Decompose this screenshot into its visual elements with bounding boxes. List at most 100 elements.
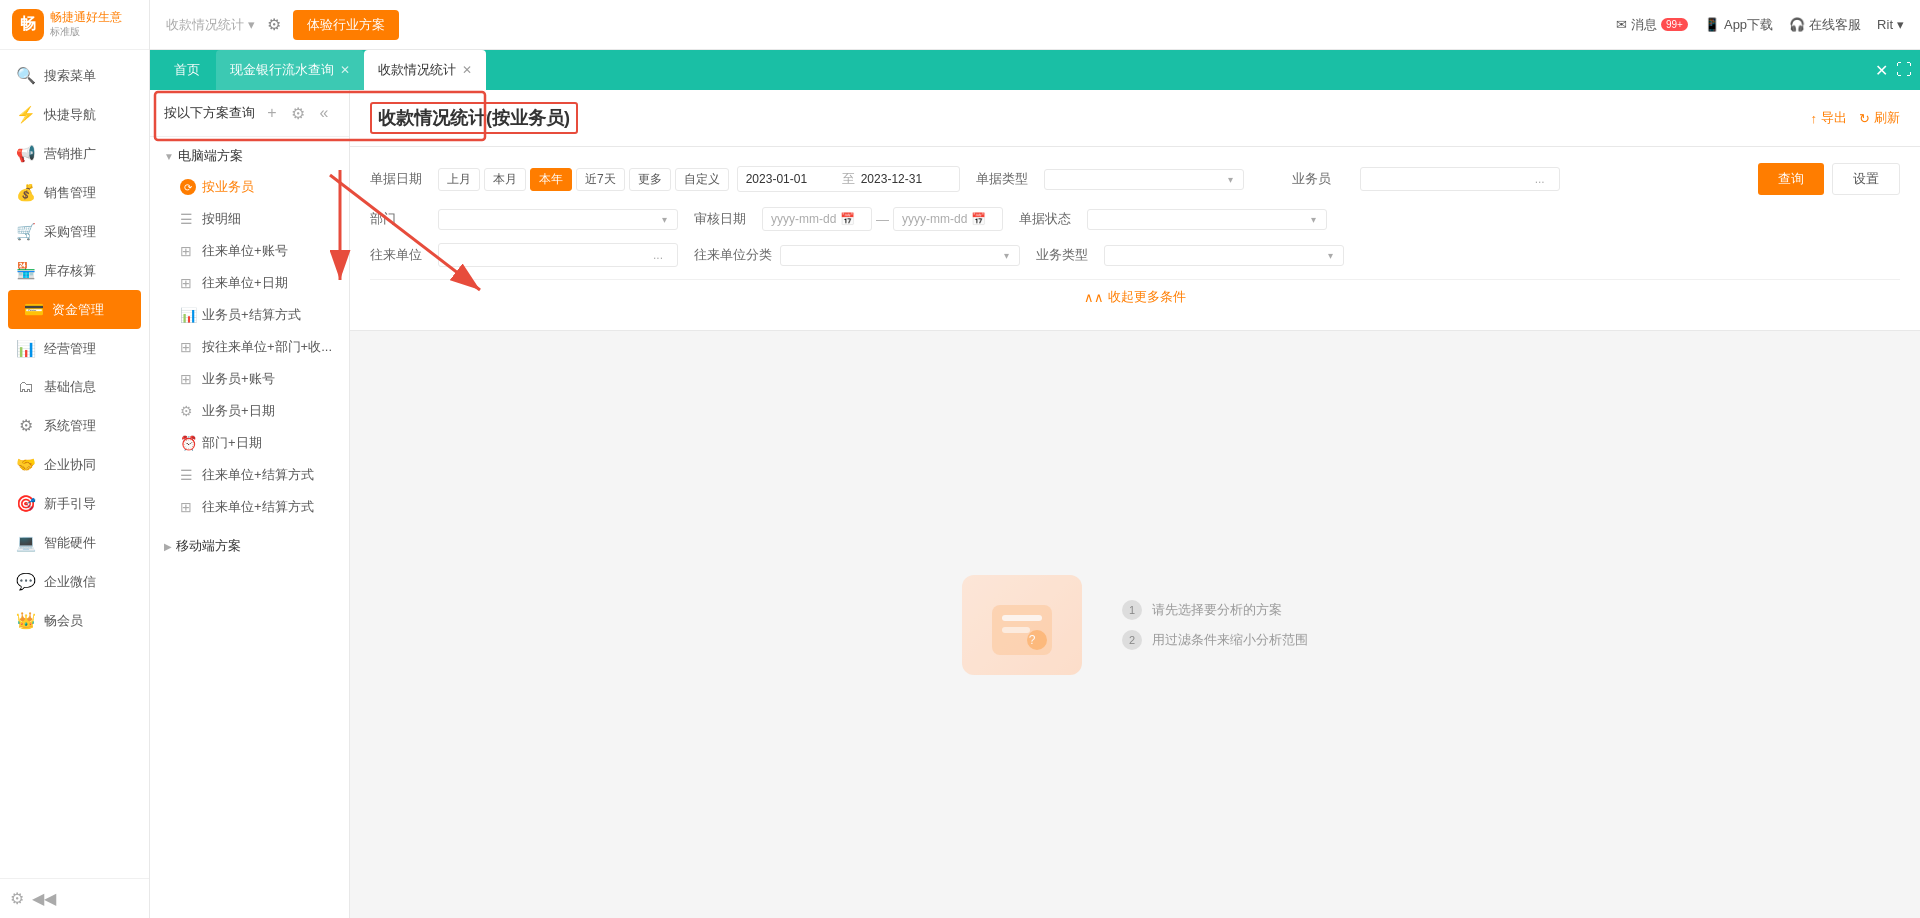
sidebar-collapse-icon[interactable]: ◀◀	[32, 889, 56, 908]
date-btn-more[interactable]: 更多	[629, 168, 671, 191]
breadcrumb: 收款情况统计 ▾	[166, 16, 255, 34]
partner-more-icon[interactable]: ...	[649, 248, 667, 262]
date-btn-this-month[interactable]: 本月	[484, 168, 526, 191]
tab-cashflow[interactable]: 现金银行流水查询 ✕	[216, 50, 364, 90]
mobile-group-header[interactable]: ▶ 移动端方案	[150, 531, 349, 561]
desktop-group-header[interactable]: ▼ 电脑端方案	[150, 141, 349, 171]
message-btn[interactable]: ✉ 消息 99+	[1616, 16, 1688, 34]
user-menu-btn[interactable]: Rit ▾	[1877, 17, 1904, 32]
sidebar-item-basic[interactable]: 🗂 基础信息	[0, 368, 149, 406]
tab-receipt-close[interactable]: ✕	[462, 63, 472, 77]
online-service-btn[interactable]: 🎧 在线客服	[1789, 16, 1861, 34]
doc-status-dropdown[interactable]: ▾	[1087, 209, 1327, 230]
sidebar-item-marketing[interactable]: 📢 营销推广	[0, 134, 149, 173]
purchase-icon: 🛒	[16, 222, 36, 241]
scheme-settings-btn[interactable]: ⚙	[287, 102, 309, 124]
sidebar-item-search[interactable]: 🔍 搜索菜单	[0, 56, 149, 95]
step-1-text: 请先选择要分析的方案	[1152, 601, 1282, 619]
doc-type-dropdown[interactable]: ▾	[1044, 169, 1244, 190]
export-btn[interactable]: ↑ 导出	[1811, 109, 1848, 127]
message-badge: 99+	[1661, 18, 1688, 31]
collapse-chevron-icon: ∧∧	[1084, 290, 1104, 305]
step-1-num: 1	[1122, 600, 1142, 620]
audit-end-input[interactable]: yyyy-mm-dd 📅	[893, 207, 1003, 231]
salesperson-scheme-icon: ⟳	[180, 179, 196, 195]
partner-dept-icon: ⊞	[180, 339, 196, 355]
sidebar-item-purchase[interactable]: 🛒 采购管理	[0, 212, 149, 251]
operations-icon: 📊	[16, 339, 36, 358]
scheme-dept-date-label: 部门+日期	[202, 434, 262, 452]
tab-cashflow-close[interactable]: ✕	[340, 63, 350, 77]
biz-type-dropdown[interactable]: ▾	[1104, 245, 1344, 266]
app-download-btn[interactable]: 📱 App下载	[1704, 16, 1773, 34]
tab-expand-icon[interactable]: ⛶	[1896, 61, 1912, 79]
date-btn-custom[interactable]: 自定义	[675, 168, 729, 191]
marketing-icon: 📢	[16, 144, 36, 163]
settings-btn[interactable]: 设置	[1832, 163, 1900, 195]
sidebar-item-sales[interactable]: 💰 销售管理	[0, 173, 149, 212]
audit-calendar-icon-end: 📅	[971, 212, 986, 226]
query-row-3: 往来单位 ... 往来单位分类 ▾ 业务	[370, 243, 1900, 267]
date-start-input[interactable]	[746, 172, 836, 186]
date-btn-last-month[interactable]: 上月	[438, 168, 480, 191]
date-end-input[interactable]	[861, 172, 951, 186]
date-btn-this-year[interactable]: 本年	[530, 168, 572, 191]
salesperson-dropdown[interactable]: ...	[1360, 167, 1560, 191]
sidebar-item-system[interactable]: ⚙ 系统管理	[0, 406, 149, 445]
topbar-settings-icon[interactable]: ⚙	[267, 15, 281, 34]
sidebar-item-enterprise[interactable]: 🤝 企业协同	[0, 445, 149, 484]
scheme-partner-dept-collect[interactable]: ⊞ 按往来单位+部门+收...	[150, 331, 349, 363]
sidebar-item-finance[interactable]: 💳 资金管理	[8, 290, 141, 329]
audit-calendar-icon-start: 📅	[840, 212, 855, 226]
breadcrumb-chevron: ▾	[248, 17, 255, 32]
date-btn-7days[interactable]: 近7天	[576, 168, 625, 191]
query-btn[interactable]: 查询	[1758, 163, 1824, 195]
scheme-dept-date[interactable]: ⏰ 部门+日期	[150, 427, 349, 459]
trial-button[interactable]: 体验行业方案	[293, 10, 399, 40]
sidebar-item-operations[interactable]: 📊 经营管理	[0, 329, 149, 368]
partner-dropdown[interactable]: ...	[438, 243, 678, 267]
collapse-btn[interactable]: ∧∧ 收起更多条件	[370, 279, 1900, 314]
sidebar-item-wechat[interactable]: 💬 企业微信	[0, 562, 149, 601]
page-content: 按以下方案查询 + ⚙ « ▼ 电脑端方案 ⟳ 按业务员 ☰	[150, 90, 1920, 918]
partner-category-label: 往来单位分类	[694, 246, 772, 264]
dept-dropdown[interactable]: ▾	[438, 209, 678, 230]
panel-collapse-btn[interactable]: «	[313, 102, 335, 124]
sidebar-item-inventory[interactable]: 🏪 库存核算	[0, 251, 149, 290]
tab-home[interactable]: 首页	[158, 61, 216, 79]
tab-close-all-icon[interactable]: ✕	[1875, 61, 1888, 80]
sidebar-item-shortcut[interactable]: ⚡ 快捷导航	[0, 95, 149, 134]
scheme-salesperson-date[interactable]: ⚙ 业务员+日期	[150, 395, 349, 427]
step-2-text: 用过滤条件来缩小分析范围	[1152, 631, 1308, 649]
detail-scheme-icon: ☰	[180, 211, 196, 227]
audit-start-input[interactable]: yyyy-mm-dd 📅	[762, 207, 872, 231]
refresh-btn[interactable]: ↻ 刷新	[1859, 109, 1900, 127]
scheme-partner-account[interactable]: ⊞ 往来单位+账号	[150, 235, 349, 267]
logo-icon: 畅	[12, 9, 44, 41]
empty-state: ? 1 请先选择要分析的方案 2 用过滤条件来缩小分析范围	[350, 331, 1920, 918]
sidebar-item-guide[interactable]: 🎯 新手引导	[0, 484, 149, 523]
doc-type-field: 单据类型 ▾	[976, 169, 1276, 190]
query-row-1: 单据日期 上月 本月 本年 近7天 更多 自定义 至	[370, 163, 1900, 195]
salesperson-more-icon[interactable]: ...	[1531, 172, 1549, 186]
sidebar-item-hardware[interactable]: 💻 智能硬件	[0, 523, 149, 562]
audit-date-label: 审核日期	[694, 210, 754, 228]
tab-receipt[interactable]: 收款情况统计 ✕	[364, 50, 486, 90]
scheme-partner-settlement1[interactable]: ☰ 往来单位+结算方式	[150, 459, 349, 491]
scheme-partner-settlement2[interactable]: ⊞ 往来单位+结算方式	[150, 491, 349, 523]
partner-category-dropdown[interactable]: ▾	[780, 245, 1020, 266]
svg-text:?: ?	[1029, 633, 1036, 647]
scheme-by-detail[interactable]: ☰ 按明细	[150, 203, 349, 235]
scheme-by-salesperson[interactable]: ⟳ 按业务员	[150, 171, 349, 203]
dept-label: 部门	[370, 210, 430, 228]
add-scheme-btn[interactable]: +	[261, 102, 283, 124]
sidebar-settings-icon[interactable]: ⚙	[10, 889, 24, 908]
scheme-salesperson-account[interactable]: ⊞ 业务员+账号	[150, 363, 349, 395]
doc-type-label: 单据类型	[976, 170, 1036, 188]
scheme-salesperson-settlement[interactable]: 📊 业务员+结算方式	[150, 299, 349, 331]
sidebar-item-member[interactable]: 👑 畅会员	[0, 601, 149, 640]
scheme-partner-date[interactable]: ⊞ 往来单位+日期	[150, 267, 349, 299]
scheme-salesperson-date-label: 业务员+日期	[202, 402, 275, 420]
message-icon: ✉	[1616, 17, 1627, 32]
desktop-scheme-group: ▼ 电脑端方案 ⟳ 按业务员 ☰ 按明细 ⊞ 往来单位+账号 ⊞ 往	[150, 137, 349, 527]
